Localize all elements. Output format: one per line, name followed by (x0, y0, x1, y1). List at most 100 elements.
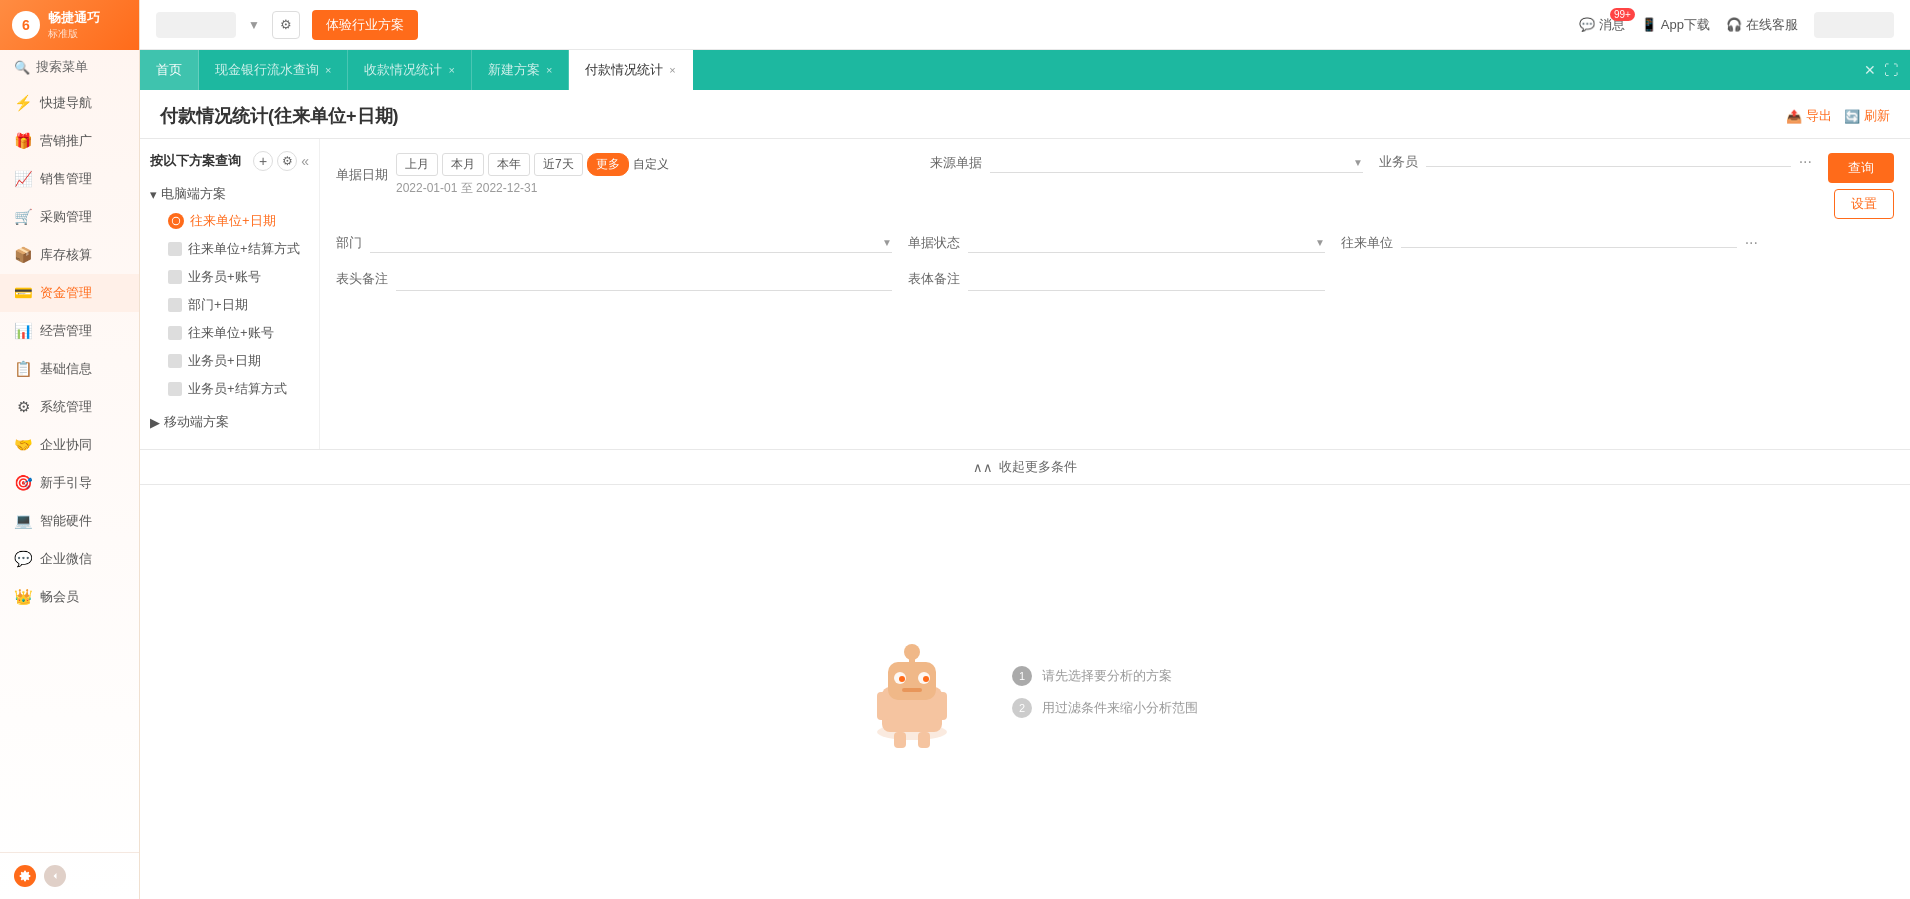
sidebar-item-label: 畅会员 (40, 588, 79, 606)
docstatus-arrow: ▼ (1315, 237, 1325, 248)
unit-select[interactable] (1401, 239, 1737, 248)
scheme-unit-account[interactable]: 往来单位+账号 (150, 319, 309, 347)
date-btn-this-month[interactable]: 本月 (442, 153, 484, 176)
staff-select[interactable] (1426, 158, 1791, 167)
app-label: App下载 (1661, 16, 1710, 34)
svg-point-5 (899, 676, 905, 682)
search-menu[interactable]: 🔍 搜索菜单 (0, 50, 139, 84)
dept-date-label: 部门+日期 (188, 296, 248, 314)
sidebar-item-quick-nav[interactable]: ⚡ 快捷导航 (0, 84, 139, 122)
sidebar-item-inventory[interactable]: 📦 库存核算 (0, 236, 139, 274)
scheme-staff-account[interactable]: 业务员+账号 (150, 263, 309, 291)
source-field: 来源单据 ▼ (930, 153, 1363, 173)
date-btn-7days[interactable]: 近7天 (534, 153, 583, 176)
note2-input[interactable] (968, 271, 1325, 286)
tab-new-plan[interactable]: 新建方案 × (472, 50, 569, 90)
sidebar-item-finance[interactable]: 💳 资金管理 (0, 274, 139, 312)
tab-receipts-close[interactable]: × (448, 64, 454, 76)
note2-label: 表体备注 (908, 270, 960, 288)
sidebar-item-hardware[interactable]: 💻 智能硬件 (0, 502, 139, 540)
tab-cashflow-close[interactable]: × (325, 64, 331, 76)
svg-rect-8 (877, 692, 889, 720)
sidebar-item-purchase[interactable]: 🛒 采购管理 (0, 198, 139, 236)
sidebar-item-label: 系统管理 (40, 398, 92, 416)
empty-content: 1 请先选择要分析的方案 2 用过滤条件来缩小分析范围 (852, 632, 1198, 752)
sidebar-item-member[interactable]: 👑 畅会员 (0, 578, 139, 616)
collapse-more-label: 收起更多条件 (999, 458, 1077, 476)
scheme-unit-date[interactable]: 往来单位+日期 (150, 207, 309, 235)
date-btn-this-year[interactable]: 本年 (488, 153, 530, 176)
settings-filter-btn[interactable]: 设置 (1834, 189, 1894, 219)
empty-tip-1: 1 请先选择要分析的方案 (1012, 666, 1198, 686)
tab-new-plan-close[interactable]: × (546, 64, 552, 76)
source-arrow: ▼ (1353, 157, 1363, 168)
main-area: ▼ ⚙ 体验行业方案 💬 消息 99+ 📱 App下载 🎧 在线客服 首页 (140, 0, 1910, 899)
collapse-scheme-btn[interactable]: « (301, 151, 309, 171)
settings-scheme-btn[interactable]: ⚙ (277, 151, 297, 171)
settings-bottom-icon[interactable] (14, 865, 36, 887)
topbar-right: 💬 消息 99+ 📱 App下载 🎧 在线客服 (1579, 12, 1894, 38)
tab-payments-close[interactable]: × (669, 64, 675, 76)
headset-icon: 🎧 (1726, 17, 1742, 32)
tab-receipts[interactable]: 收款情况统计 × (348, 50, 471, 90)
online-service-btn[interactable]: 🎧 在线客服 (1726, 16, 1798, 34)
export-btn[interactable]: 📤 导出 (1786, 107, 1832, 125)
sidebar-item-guide[interactable]: 🎯 新手引导 (0, 464, 139, 502)
tip2-num: 2 (1012, 698, 1032, 718)
unit-settle-label: 往来单位+结算方式 (188, 240, 300, 258)
sidebar-item-label: 经营管理 (40, 322, 92, 340)
note1-input[interactable] (396, 271, 892, 286)
date-btn-more[interactable]: 更多 (587, 153, 629, 176)
source-select[interactable]: ▼ (990, 153, 1363, 173)
sidebar-item-sales[interactable]: 📈 销售管理 (0, 160, 139, 198)
staff-settle-icon (168, 382, 182, 396)
note1-input-wrap (396, 267, 892, 291)
scheme-staff-settle[interactable]: 业务员+结算方式 (150, 375, 309, 403)
unit-dots[interactable]: ··· (1745, 234, 1758, 252)
query-btn[interactable]: 查询 (1828, 153, 1894, 183)
scheme-panel-btns: + ⚙ « (253, 151, 309, 171)
scheme-panel: 按以下方案查询 + ⚙ « ▾ 电脑端方案 (140, 139, 320, 449)
collapse-sidebar-icon[interactable] (44, 865, 66, 887)
scheme-dept-date[interactable]: 部门+日期 (150, 291, 309, 319)
collapse-more-bar[interactable]: ∧∧ 收起更多条件 (140, 450, 1910, 485)
trial-btn[interactable]: 体验行业方案 (312, 10, 418, 40)
source-label: 来源单据 (930, 154, 982, 172)
staff-settle-label: 业务员+结算方式 (188, 380, 287, 398)
date-btn-last-month[interactable]: 上月 (396, 153, 438, 176)
staff-dots[interactable]: ··· (1799, 153, 1812, 171)
topbar-settings-btn[interactable]: ⚙ (272, 11, 300, 39)
tab-home[interactable]: 首页 (140, 50, 199, 90)
messages-btn[interactable]: 💬 消息 99+ (1579, 16, 1625, 34)
finance-icon: 💳 (14, 284, 32, 302)
sidebar-item-operation[interactable]: 📊 经营管理 (0, 312, 139, 350)
sidebar-item-marketing[interactable]: 🎁 营销推广 (0, 122, 139, 160)
scheme-unit-settle[interactable]: 往来单位+结算方式 (150, 235, 309, 263)
add-scheme-btn[interactable]: + (253, 151, 273, 171)
tab-fullscreen-btn[interactable]: ⛶ (1884, 62, 1898, 78)
sidebar-item-basic[interactable]: 📋 基础信息 (0, 350, 139, 388)
docstatus-select[interactable]: ▼ (968, 233, 1325, 253)
operation-icon: 📊 (14, 322, 32, 340)
sidebar-item-system[interactable]: ⚙ 系统管理 (0, 388, 139, 426)
sidebar-item-label: 基础信息 (40, 360, 92, 378)
refresh-btn[interactable]: 🔄 刷新 (1844, 107, 1890, 125)
topbar-dropdown-arrow[interactable]: ▼ (248, 18, 260, 32)
tab-cashflow[interactable]: 现金银行流水查询 × (199, 50, 348, 90)
sidebar-item-label: 库存核算 (40, 246, 92, 264)
unit-field: 往来单位 ··· (1341, 234, 1758, 252)
scheme-group-mobile[interactable]: ▶ 移动端方案 (150, 407, 309, 437)
unit-account-label: 往来单位+账号 (188, 324, 274, 342)
dept-select[interactable]: ▼ (370, 233, 892, 253)
filter-container: 按以下方案查询 + ⚙ « ▾ 电脑端方案 (140, 139, 1910, 450)
scheme-group-pc-title[interactable]: ▾ 电脑端方案 (150, 181, 309, 207)
tab-payments[interactable]: 付款情况统计 × (569, 50, 692, 90)
sidebar-item-wechat[interactable]: 💬 企业微信 (0, 540, 139, 578)
tip2-text: 用过滤条件来缩小分析范围 (1042, 699, 1198, 717)
svg-rect-13 (909, 657, 915, 665)
date-btn-custom[interactable]: 自定义 (633, 156, 669, 173)
tab-close-all-btn[interactable]: ✕ (1864, 62, 1876, 78)
app-download-btn[interactable]: 📱 App下载 (1641, 16, 1710, 34)
sidebar-item-enterprise[interactable]: 🤝 企业协同 (0, 426, 139, 464)
scheme-staff-date[interactable]: 业务员+日期 (150, 347, 309, 375)
